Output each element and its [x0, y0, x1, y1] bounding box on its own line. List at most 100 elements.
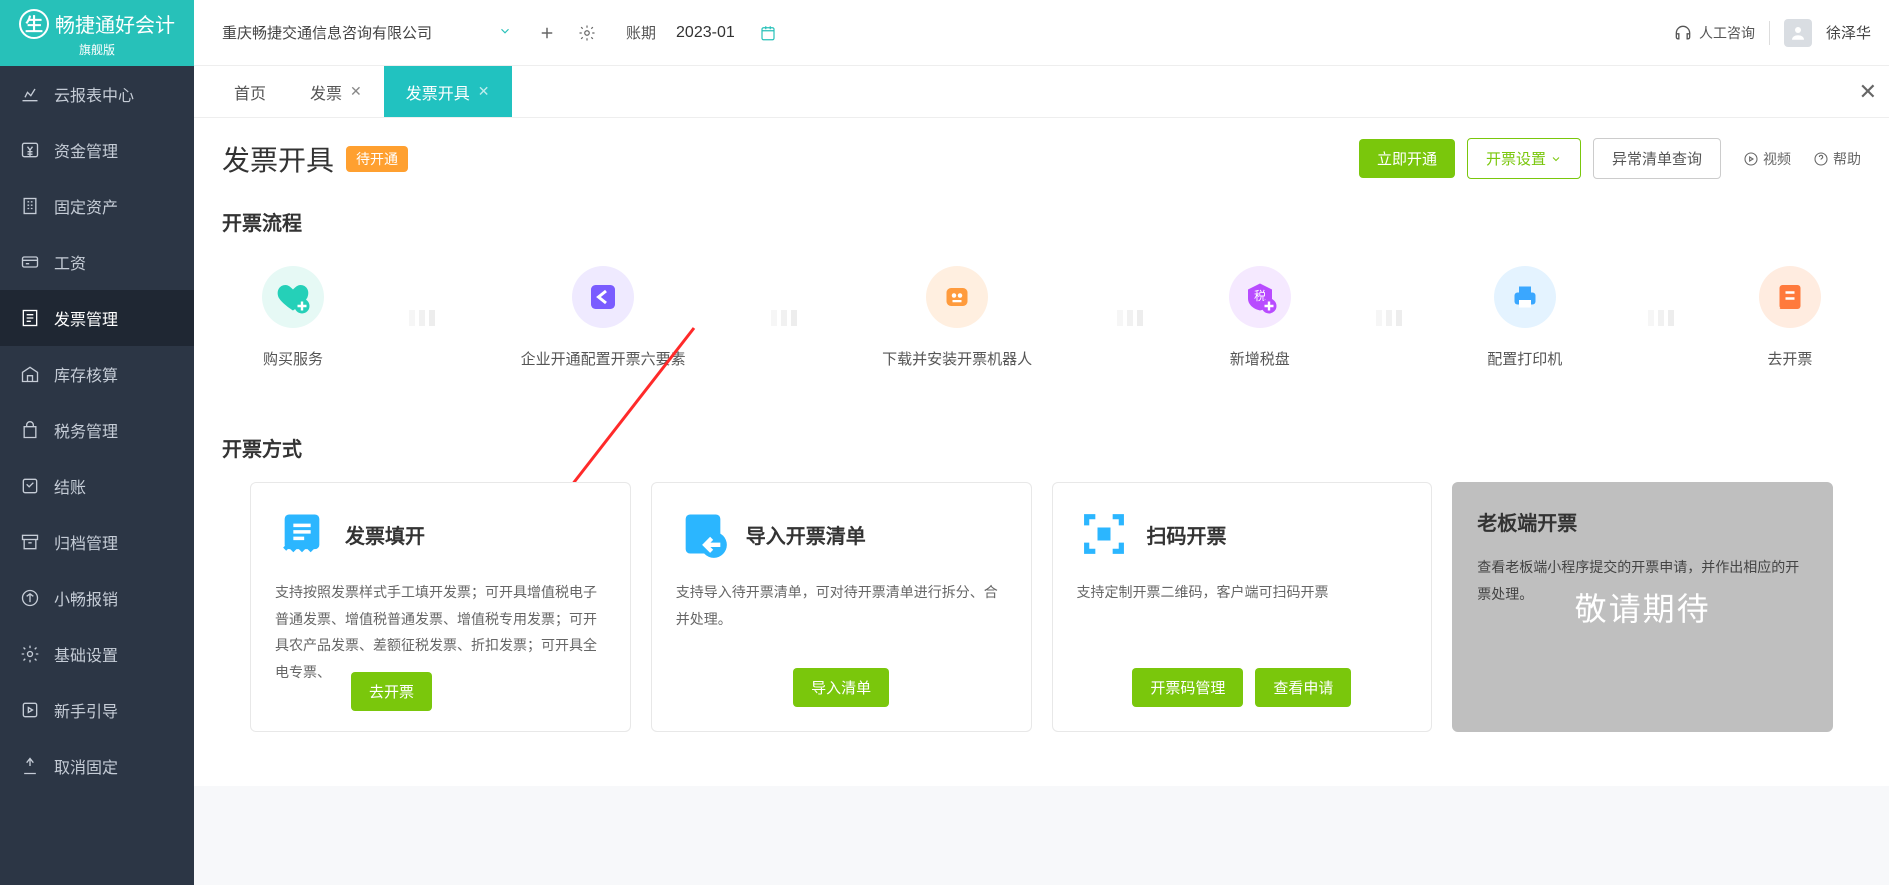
arrow-icon [1117, 310, 1143, 326]
nav-label: 固定资产 [54, 194, 118, 218]
video-link[interactable]: 视频 [1743, 149, 1791, 169]
invoice-go-icon [1759, 266, 1821, 328]
go-invoice-button[interactable]: 去开票 [351, 672, 432, 711]
nav-guide[interactable]: 新手引导 [0, 682, 194, 738]
button-label: 开票设置 [1486, 148, 1546, 169]
flow-title: 开票流程 [222, 207, 1861, 236]
robot-icon [926, 266, 988, 328]
avatar-icon[interactable] [1784, 19, 1812, 47]
divider [1769, 21, 1770, 45]
help-icon [1813, 151, 1829, 167]
nav-label: 基础设置 [54, 642, 118, 666]
tab-bar: 首页 发票 ✕ 发票开具 ✕ ✕ [194, 66, 1889, 118]
nav-invoice-mgmt[interactable]: 发票管理 [0, 290, 194, 346]
close-icon[interactable]: ✕ [350, 83, 362, 100]
nav-closing[interactable]: 结账 [0, 458, 194, 514]
nav-fixed-assets[interactable]: 固定资产 [0, 178, 194, 234]
arrow-icon [1648, 310, 1674, 326]
arrow-icon [771, 310, 797, 326]
step-add-tax-disk[interactable]: 税 新增税盘 [1229, 266, 1291, 369]
qr-scan-icon [1077, 507, 1131, 561]
nav-label: 云报表中心 [54, 82, 134, 106]
card-desc: 支持导入待开票清单，可对待开票清单进行拆分、合并处理。 [676, 579, 1007, 656]
link-label: 帮助 [1833, 149, 1861, 169]
brand-name: 畅捷通好会计 [55, 9, 175, 38]
step-config-elements[interactable]: 企业开通配置开票六要素 [521, 266, 686, 369]
tab-label: 发票 [310, 80, 342, 104]
chart-icon [20, 84, 40, 104]
calendar-icon[interactable] [753, 18, 783, 48]
page-header: 发票开具 待开通 立即开通 开票设置 异常清单查询 视频 [194, 118, 1889, 197]
tab-home[interactable]: 首页 [212, 66, 288, 117]
link-label: 视频 [1763, 149, 1791, 169]
import-list-button[interactable]: 导入清单 [793, 668, 889, 707]
nav-funds[interactable]: 资金管理 [0, 122, 194, 178]
company-name: 重庆畅捷交通信息咨询有限公司 [222, 22, 432, 43]
qr-manage-button[interactable]: 开票码管理 [1132, 668, 1243, 707]
card-import-list[interactable]: 导入开票清单 支持导入待开票清单，可对待开票清单进行拆分、合并处理。 导入清单 [651, 482, 1032, 732]
nav-archive[interactable]: 归档管理 [0, 514, 194, 570]
status-badge: 待开通 [346, 146, 408, 172]
nav-inventory[interactable]: 库存核算 [0, 346, 194, 402]
nav-tax[interactable]: 税务管理 [0, 402, 194, 458]
step-label: 下载并安装开票机器人 [882, 348, 1032, 369]
brand-edition: 旗舰版 [79, 41, 115, 58]
unpin-icon [20, 756, 40, 776]
support-link[interactable]: 人工咨询 [1673, 23, 1755, 43]
step-label: 购买服务 [263, 348, 323, 369]
chevron-down-icon [498, 24, 512, 41]
nav-cloud-reports[interactable]: 云报表中心 [0, 66, 194, 122]
coming-soon-overlay: 敬请期待 [1453, 483, 1832, 731]
building-icon [20, 196, 40, 216]
exception-list-button[interactable]: 异常清单查询 [1593, 138, 1721, 179]
methods-title: 开票方式 [222, 433, 1861, 462]
nav-unpin[interactable]: 取消固定 [0, 738, 194, 794]
step-go-invoice[interactable]: 去开票 [1759, 266, 1821, 369]
nav-label: 税务管理 [54, 418, 118, 442]
tab-invoice-issue[interactable]: 发票开具 ✕ [384, 66, 512, 117]
tab-label: 发票开具 [406, 80, 470, 104]
activate-now-button[interactable]: 立即开通 [1359, 139, 1455, 178]
brand-logo: 生 畅捷通好会计 旗舰版 [0, 0, 194, 66]
card-scan-invoice[interactable]: 扫码开票 支持定制开票二维码，客户端可扫码开票 开票码管理 查看申请 [1052, 482, 1433, 732]
close-icon[interactable]: ✕ [478, 83, 490, 100]
step-buy-service[interactable]: 购买服务 [262, 266, 324, 369]
flow-section: 开票流程 购买服务 企业开通配 [194, 197, 1889, 423]
nav-label: 库存核算 [54, 362, 118, 386]
receipt-icon [275, 507, 329, 561]
nav-label: 归档管理 [54, 530, 118, 554]
methods-section: 开票方式 发票填开 [194, 423, 1889, 786]
nav-label: 新手引导 [54, 698, 118, 722]
expense-icon [20, 588, 40, 608]
card-title: 发票填开 [345, 520, 425, 549]
nav-label: 取消固定 [54, 754, 118, 778]
closing-icon [20, 476, 40, 496]
username[interactable]: 徐泽华 [1826, 22, 1871, 43]
period-value[interactable]: 2023-01 [676, 24, 735, 42]
step-label: 企业开通配置开票六要素 [521, 348, 686, 369]
warehouse-icon [20, 364, 40, 384]
period-label: 账期 [626, 22, 656, 43]
headset-icon [1673, 23, 1693, 43]
step-download-robot[interactable]: 下载并安装开票机器人 [882, 266, 1032, 369]
nav-label: 资金管理 [54, 138, 118, 162]
yen-icon [20, 140, 40, 160]
invoice-settings-button[interactable]: 开票设置 [1467, 138, 1581, 179]
close-all-tabs[interactable]: ✕ [1859, 79, 1877, 105]
nav-settings[interactable]: 基础设置 [0, 626, 194, 682]
main-area: 重庆畅捷交通信息咨询有限公司 账期 2023-01 人工咨询 [194, 0, 1889, 885]
company-selector[interactable]: 重庆畅捷交通信息咨询有限公司 [212, 16, 522, 49]
nav-salary[interactable]: 工资 [0, 234, 194, 290]
card-manual-invoice[interactable]: 发票填开 支持按照发票样式手工填开发票；可开具增值税电子普通发票、增值税普通发票… [250, 482, 631, 732]
tab-invoice[interactable]: 发票 ✕ [288, 66, 384, 117]
step-config-printer[interactable]: 配置打印机 [1487, 266, 1562, 369]
guide-icon [20, 700, 40, 720]
gear-button[interactable] [572, 18, 602, 48]
tab-label: 首页 [234, 80, 266, 104]
help-link[interactable]: 帮助 [1813, 149, 1861, 169]
add-button[interactable] [532, 18, 562, 48]
nav-expense[interactable]: 小畅报销 [0, 570, 194, 626]
view-apply-button[interactable]: 查看申请 [1255, 668, 1351, 707]
support-label: 人工咨询 [1699, 23, 1755, 43]
page-scroll[interactable]: 发票开具 待开通 立即开通 开票设置 异常清单查询 视频 [194, 118, 1889, 885]
